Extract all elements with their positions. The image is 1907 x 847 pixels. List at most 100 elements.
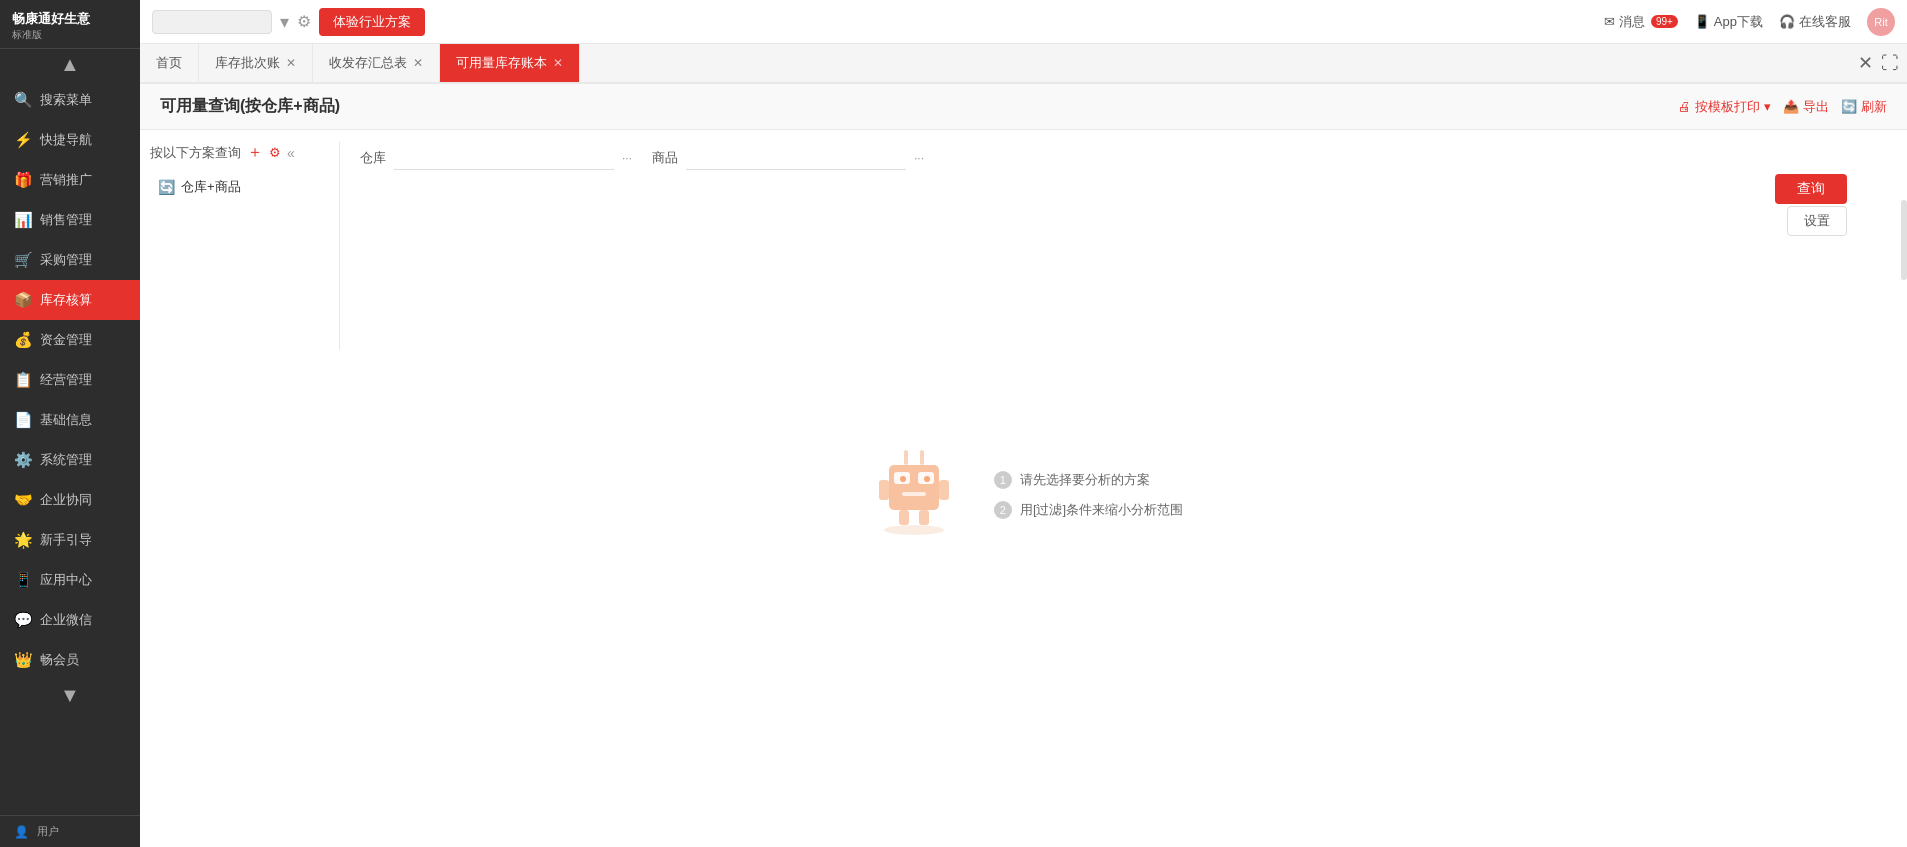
filter-row: 仓库 ··· 商品 ··· [360,142,1887,170]
page-content: 可用量查询(按仓库+商品) 🖨 按模板打印 ▾ 📤 导出 🔄 刷新 [140,84,1907,847]
scheme-item-warehouse[interactable]: 🔄 仓库+商品 [150,171,329,203]
export-btn[interactable]: 📤 导出 [1783,98,1829,116]
scroll-up-btn[interactable]: ▲ [0,49,140,80]
sidebar-item-finance[interactable]: 💰 资金管理 [0,320,140,360]
query-right: 仓库 ··· 商品 ··· 查询 设置 [340,142,1907,350]
sidebar-item-sales[interactable]: 📊 销售管理 [0,200,140,240]
tab-available-label: 可用量库存账本 [456,54,547,72]
app-download-btn[interactable]: 📱 App下载 [1694,13,1763,31]
svg-rect-5 [902,492,926,496]
dropdown-icon[interactable]: ▾ [280,11,289,33]
cart-icon: 🛒 [14,251,32,269]
sidebar-item-label: 库存核算 [40,291,92,309]
collapse-btn[interactable]: « [287,145,295,161]
tab-summary-close[interactable]: ✕ [413,56,423,70]
tab-batch-close[interactable]: ✕ [286,56,296,70]
add-scheme-btn[interactable]: ＋ [247,142,263,163]
sidebar-item-nav[interactable]: ⚡ 快捷导航 [0,120,140,160]
service-icon: 🎧 [1779,14,1795,29]
warehouse-input[interactable] [394,146,614,170]
file-icon: 📄 [14,411,32,429]
app-icon: 📱 [1694,14,1710,29]
sidebar-item-guide[interactable]: 🌟 新手引导 [0,520,140,560]
query-left: 按以下方案查询 ＋ ⚙ « 🔄 仓库+商品 [140,142,340,350]
scroll-down-btn[interactable]: ▼ [0,680,140,711]
user-name-bottom: 用户 [37,824,59,839]
sidebar-item-label: 资金管理 [40,331,92,349]
tab-summary[interactable]: 收发存汇总表 ✕ [313,44,440,82]
topbar: ▾ ⚙ 体验行业方案 ✉ 消息 99+ 📱 App下载 🎧 在线客服 Rit [140,0,1907,44]
online-service-btn[interactable]: 🎧 在线客服 [1779,13,1851,31]
service-label: 在线客服 [1799,13,1851,31]
sidebar-bottom: 👤 用户 [0,815,140,847]
industry-btn[interactable]: 体验行业方案 [319,8,425,36]
print-btn[interactable]: 🖨 按模板打印 ▾ [1678,98,1771,116]
money-icon: 💰 [14,331,32,349]
chart-icon: 📊 [14,211,32,229]
tab-available[interactable]: 可用量库存账本 ✕ [440,44,580,82]
sidebar-item-search[interactable]: 🔍 搜索菜单 [0,80,140,120]
message-badge: 99+ [1651,15,1678,28]
tab-close-btn[interactable]: ✕ [1858,52,1873,74]
tab-available-close[interactable]: ✕ [553,56,563,70]
settings-btn-right[interactable]: 设置 [1787,206,1847,236]
mobile-icon: 📱 [14,571,32,589]
settings-gear-icon[interactable]: ⚙ [297,12,311,31]
query-container: 仓库 ··· 商品 ··· 查询 设置 [360,142,1887,214]
svg-rect-0 [889,465,939,510]
message-btn[interactable]: ✉ 消息 99+ [1604,13,1678,31]
empty-tip-2: 2 用[过滤]条件来缩小分析范围 [994,501,1183,519]
print-icon: 🖨 [1678,99,1691,114]
goods-label: 商品 [652,149,678,167]
sidebar-item-label: 系统管理 [40,451,92,469]
sidebar-item-appstore[interactable]: 📱 应用中心 [0,560,140,600]
tab-home[interactable]: 首页 [140,44,199,82]
refresh-icon: 🔄 [1841,99,1857,114]
sidebar-item-system[interactable]: ⚙️ 系统管理 [0,440,140,480]
gift-icon: 🎁 [14,171,32,189]
tab-batch[interactable]: 库存批次账 ✕ [199,44,313,82]
search-icon: 🔍 [14,91,32,109]
sidebar-item-marketing[interactable]: 🎁 营销推广 [0,160,140,200]
sidebar-item-basic[interactable]: 📄 基础信息 [0,400,140,440]
topbar-right: ✉ 消息 99+ 📱 App下载 🎧 在线客服 Rit [1604,8,1895,36]
goods-input[interactable] [686,146,906,170]
empty-illustration [864,430,964,540]
export-label: 导出 [1803,98,1829,116]
svg-rect-3 [900,476,906,482]
sidebar-item-member[interactable]: 👑 畅会员 [0,640,140,680]
page-title: 可用量查询(按仓库+商品) [160,96,340,117]
query-section: 按以下方案查询 ＋ ⚙ « 🔄 仓库+商品 仓库 [140,130,1907,350]
sidebar-item-wechat[interactable]: 💬 企业微信 [0,600,140,640]
goods-more-btn[interactable]: ··· [914,151,924,165]
star-icon: 🌟 [14,531,32,549]
sidebar-item-label: 快捷导航 [40,131,92,149]
sidebar-logo: 畅康通好生意 标准版 [0,0,140,49]
sidebar-item-label: 基础信息 [40,411,92,429]
tab-expand-btn[interactable]: ⛶ [1881,53,1899,74]
svg-rect-10 [904,450,908,465]
refresh-btn[interactable]: 🔄 刷新 [1841,98,1887,116]
sidebar-item-inventory[interactable]: 📦 库存核算 [0,280,140,320]
sidebar-item-label: 企业协同 [40,491,92,509]
tip-text-2: 用[过滤]条件来缩小分析范围 [1020,501,1183,519]
sidebar-item-collab[interactable]: 🤝 企业协同 [0,480,140,520]
sidebar-item-management[interactable]: 📋 经营管理 [0,360,140,400]
user-avatar-small: 👤 [14,825,29,839]
goods-field: 商品 ··· [652,146,924,170]
btn-row: 查询 设置 [360,170,1887,214]
search-input[interactable] [152,10,272,34]
gear-icon: ⚙️ [14,451,32,469]
query-btn[interactable]: 查询 [1775,174,1847,204]
user-avatar[interactable]: Rit [1867,8,1895,36]
sidebar-item-purchase[interactable]: 🛒 采购管理 [0,240,140,280]
svg-rect-7 [939,480,949,500]
svg-rect-9 [919,510,929,525]
manage-scheme-btn[interactable]: ⚙ [269,145,281,160]
tip-num-1: 1 [994,471,1012,489]
scheme-section-label: 按以下方案查询 [150,144,241,162]
tab-home-label: 首页 [156,54,182,72]
refresh-label: 刷新 [1861,98,1887,116]
sidebar-item-label: 畅会员 [40,651,79,669]
warehouse-more-btn[interactable]: ··· [622,151,632,165]
